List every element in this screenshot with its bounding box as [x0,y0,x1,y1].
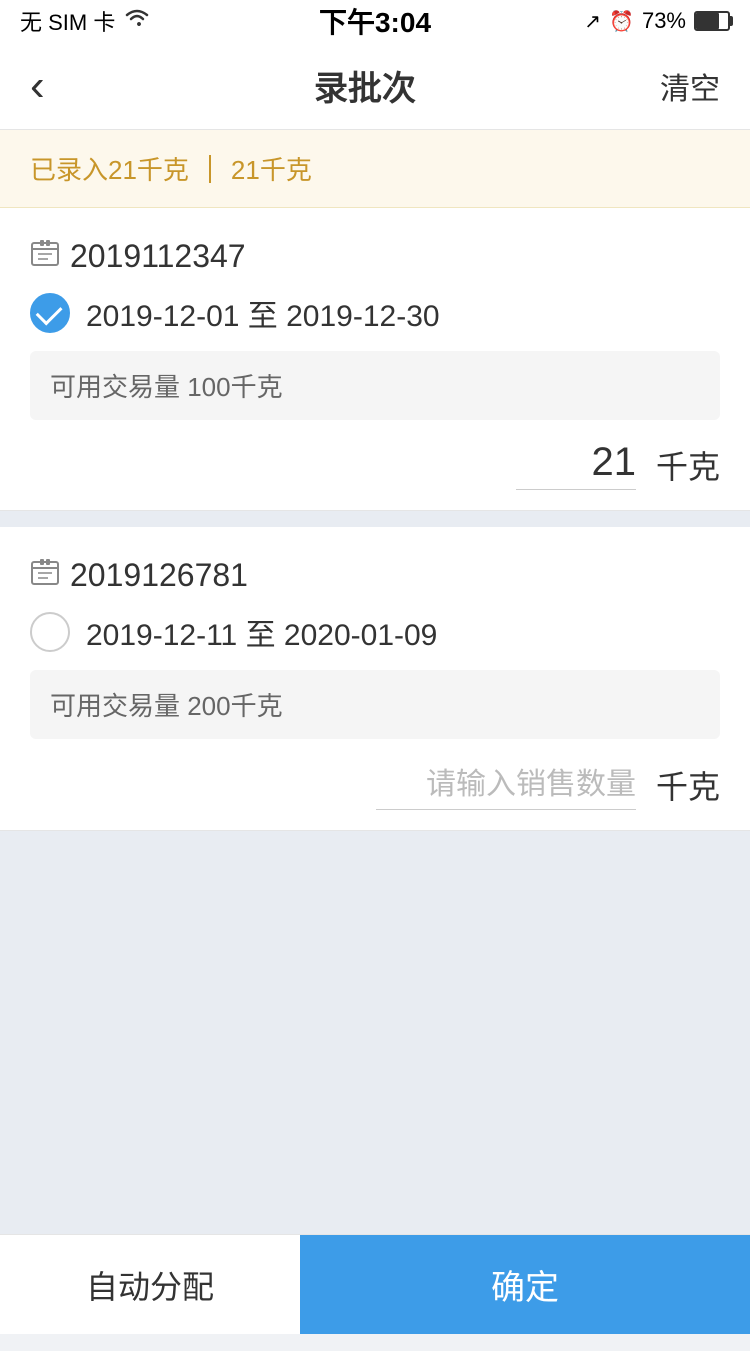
wifi-icon [123,8,151,34]
batch2-id: 2019126781 [70,557,248,594]
batch2-item: 2019126781 2019-12-11 至 2020-01-09 可用交易量… [0,527,750,739]
batch2-card: 2019126781 2019-12-11 至 2020-01-09 可用交易量… [0,527,750,831]
back-button[interactable]: ‹ [30,61,90,111]
battery-text: 73% [642,8,686,34]
batch1-date-row: 2019-12-01 至 2019-12-30 [30,291,720,335]
total-amount: 21千克 [231,150,312,187]
carrier-text: 无 SIM 卡 [20,5,115,37]
section-divider [0,511,750,527]
batch1-id: 2019112347 [70,238,246,275]
alarm-icon: ⏰ [609,9,634,34]
batch2-quantity-row: 请输入销售数量 千克 [0,739,750,831]
info-divider [209,155,211,183]
info-bar: 已录入21千克 21千克 [0,130,750,208]
battery-icon [694,11,730,31]
location-icon: ↗ [584,9,601,34]
batch1-available: 可用交易量 100千克 [30,351,720,420]
batch2-checkbox[interactable] [30,612,70,652]
batch2-date-row: 2019-12-11 至 2020-01-09 [30,610,720,654]
batch1-quantity-row: 21 千克 [0,420,750,511]
status-left: 无 SIM 卡 [20,5,151,37]
status-bar: 无 SIM 卡 下午3:04 ↗ ⏰ 73% [0,0,750,42]
nav-bar: ‹ 录批次 清空 [0,42,750,130]
batch1-icon [30,239,60,275]
batch2-available: 可用交易量 200千克 [30,670,720,739]
status-time: 下午3:04 [319,1,431,41]
batch2-icon [30,558,60,594]
recorded-amount: 已录入21千克 [30,150,189,187]
status-right: ↗ ⏰ 73% [584,8,730,34]
batch1-date: 2019-12-01 至 2019-12-30 [86,291,440,335]
empty-area [0,831,750,1251]
batch2-input-placeholder[interactable]: 请输入销售数量 [426,759,636,803]
bottom-buttons: 自动分配 确定 [0,1234,750,1334]
auto-distribute-button[interactable]: 自动分配 [0,1235,300,1334]
batch1-checkbox[interactable] [30,293,70,333]
page-title: 录批次 [90,61,640,110]
batch1-item: 2019112347 2019-12-01 至 2019-12-30 可用交易量… [0,208,750,420]
batch1-unit: 千克 [656,442,720,488]
batch1-card: 2019112347 2019-12-01 至 2019-12-30 可用交易量… [0,208,750,511]
batch2-unit: 千克 [656,762,720,808]
confirm-button[interactable]: 确定 [300,1235,750,1334]
page-container: 无 SIM 卡 下午3:04 ↗ ⏰ 73% ‹ 录批次 清空 [0,0,750,1351]
batch1-header: 2019112347 [30,238,720,275]
clear-button[interactable]: 清空 [640,64,720,108]
batch1-quantity: 21 [591,440,636,485]
batch2-date: 2019-12-11 至 2020-01-09 [86,610,437,654]
batch2-header: 2019126781 [30,557,720,594]
